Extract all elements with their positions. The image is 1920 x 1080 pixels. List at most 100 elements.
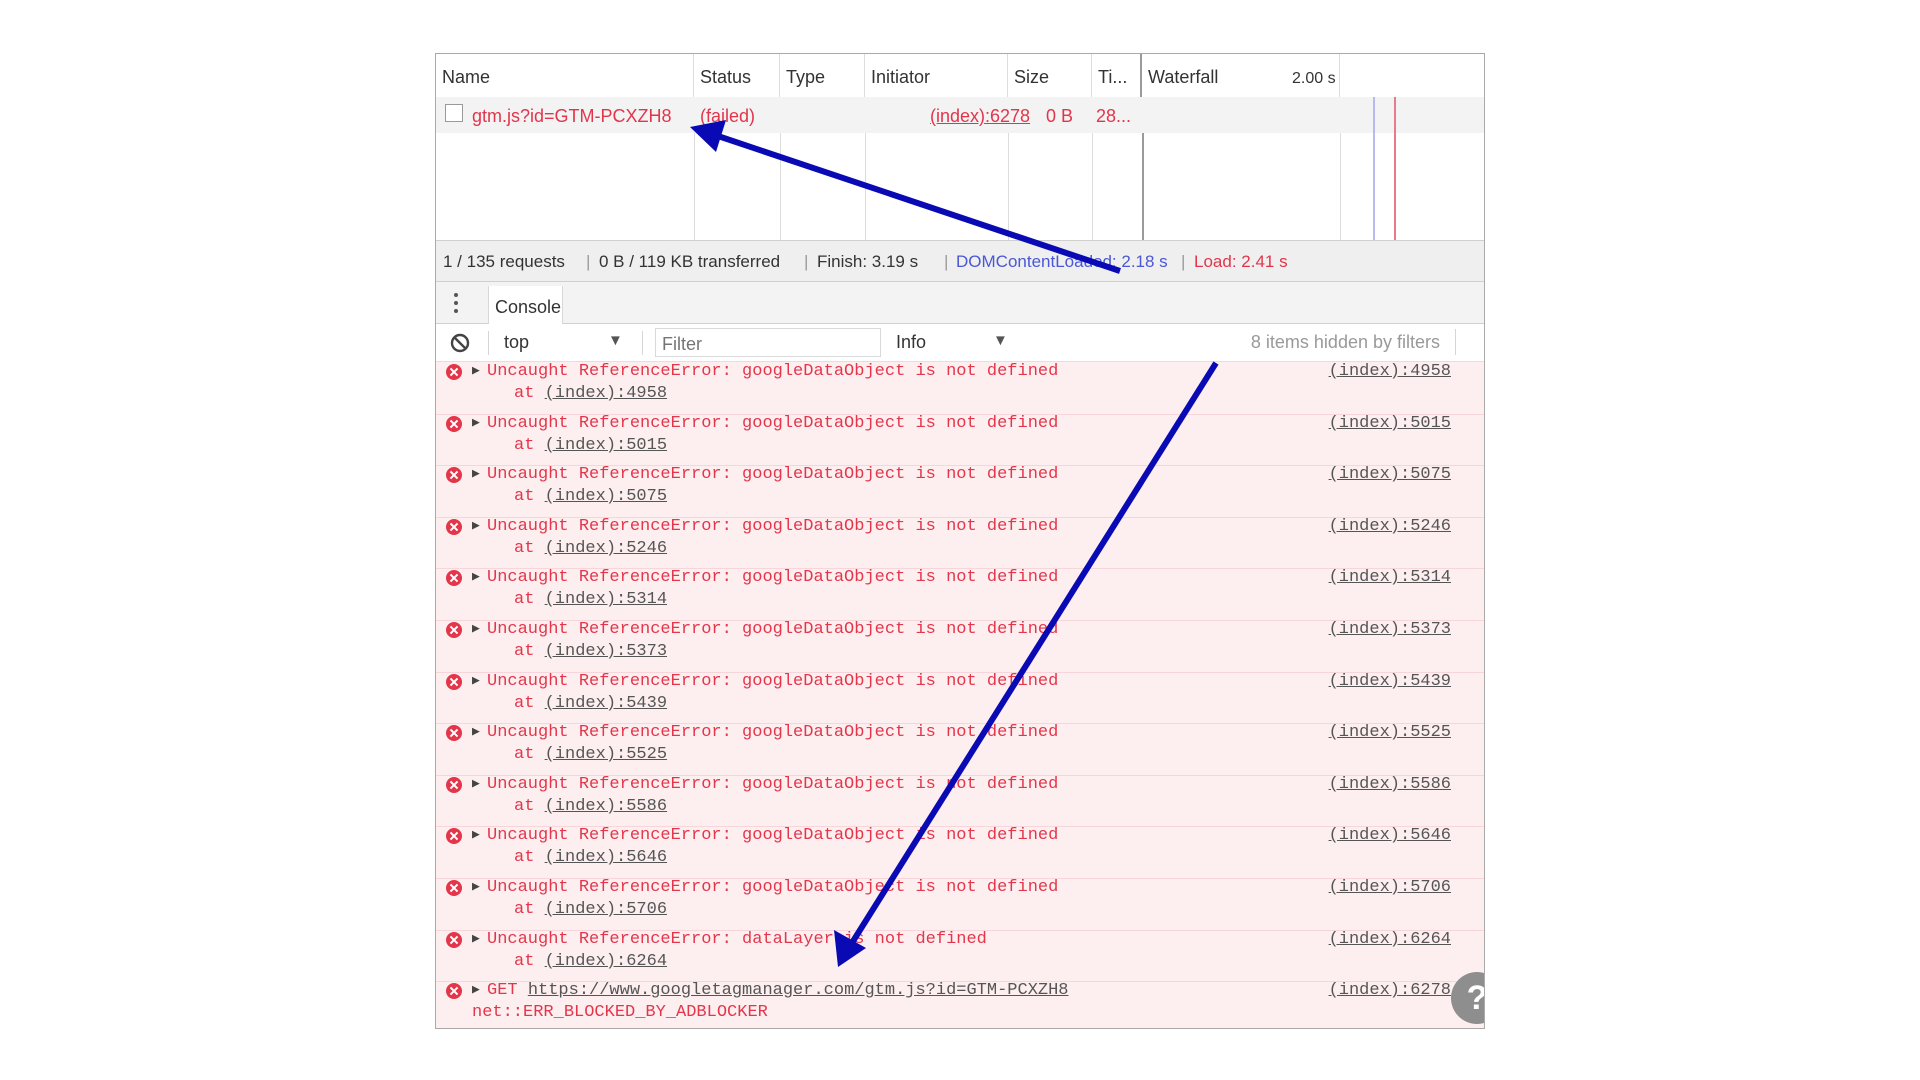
devtools-panel: Name Status Type Initiator Size Ti... Wa… [435,53,1485,1029]
source-link[interactable]: (index):5314 [1329,568,1451,587]
stack-frame-link[interactable]: (index):5646 [545,848,667,867]
expand-triangle-icon[interactable]: ▶ [472,673,480,688]
expand-triangle-icon[interactable]: ▶ [472,621,480,636]
console-message[interactable]: ▶ Uncaught ReferenceError: googleDataObje… [436,362,1484,415]
stack-frame-link[interactable]: (index):5525 [545,745,667,764]
source-link[interactable]: (index):5439 [1329,672,1451,691]
source-link[interactable]: (index):5373 [1329,620,1451,639]
stack-frame: at (index):5246 [514,538,668,558]
source-link[interactable]: (index):5075 [1329,465,1451,484]
col-initiator[interactable]: Initiator [865,54,1008,97]
source-link[interactable]: (index):6264 [1329,930,1451,949]
console-message-network-error[interactable]: ▶ GET https://www.googletagmanager.com/gt… [436,981,1484,1028]
error-icon [446,467,462,484]
error-icon [446,364,462,380]
console-message[interactable]: ▶ Uncaught ReferenceError: googleDataObje… [436,465,1484,518]
error-text: Uncaught ReferenceError: googleDataObjec… [487,826,1059,846]
clear-console-icon[interactable] [450,333,470,353]
expand-triangle-icon[interactable]: ▶ [472,569,480,584]
source-link[interactable]: (index):4958 [1329,362,1451,381]
console-message[interactable]: ▶ Uncaught ReferenceError: dataLayer is n… [436,930,1484,983]
stack-frame: at (index):5525 [514,745,668,765]
expand-triangle-icon[interactable]: ▶ [472,518,480,533]
waterfall-tick: 2.00 s [1292,70,1336,87]
stack-frame-link[interactable]: (index):5314 [545,590,667,609]
error-text: Uncaught ReferenceError: googleDataObjec… [487,413,1059,433]
error-text: Uncaught ReferenceError: googleDataObjec… [487,516,1059,536]
expand-triangle-icon[interactable]: ▶ [472,827,480,842]
console-message[interactable]: ▶ Uncaught ReferenceError: googleDataObje… [436,826,1484,879]
error-icon [446,828,462,845]
error-text: Uncaught ReferenceError: googleDataObjec… [487,362,1059,381]
stack-frame: at (index):5646 [514,848,668,868]
stack-frame-link[interactable]: (index):5075 [545,487,667,506]
row-checkbox[interactable] [445,104,463,122]
context-dropdown-icon[interactable]: ▼ [608,332,623,349]
source-link[interactable]: (index):5525 [1329,723,1451,742]
stack-frame-link[interactable]: (index):5015 [545,436,667,455]
col-status[interactable]: Status [694,54,780,97]
col-waterfall[interactable]: Waterfall 2.00 s [1142,54,1340,97]
finish-time: Finish: 3.19 s [817,252,919,271]
expand-triangle-icon[interactable]: ▶ [472,466,480,481]
error-icon [446,983,462,1000]
error-text: Uncaught ReferenceError: googleDataObjec… [487,878,1059,897]
console-message[interactable]: ▶ Uncaught ReferenceError: googleDataObje… [436,774,1484,828]
console-messages: ▶ Uncaught ReferenceError: googleDataObje… [436,362,1484,1028]
expand-triangle-icon[interactable]: ▶ [472,982,480,997]
expand-triangle-icon[interactable]: ▶ [472,776,480,791]
error-text: Uncaught ReferenceError: googleDataObjec… [487,465,1059,485]
error-icon [446,673,462,690]
network-request-row[interactable]: gtm.js?id=GTM-PCXZH8 (failed) (index):62… [436,97,1484,133]
expand-triangle-icon[interactable]: ▶ [472,931,480,946]
source-link[interactable]: (index):6278 [1329,981,1451,1000]
expand-triangle-icon[interactable]: ▶ [472,879,480,894]
dom-content-loaded-time: DOMContentLoaded: 2.18 s [956,252,1168,271]
expand-triangle-icon[interactable]: ▶ [472,415,480,430]
error-text: Uncaught ReferenceError: googleDataObjec… [487,774,1059,794]
stack-frame: at (index):5075 [514,487,668,507]
request-url-link[interactable]: https://www.googletagmanager.com/gtm.js?… [528,981,1069,1000]
col-type[interactable]: Type [780,54,865,97]
stack-frame: at (index):5373 [514,642,668,661]
request-name[interactable]: gtm.js?id=GTM-PCXZH8 [472,106,672,127]
stack-frame-link[interactable]: (index):5373 [545,642,667,661]
source-link[interactable]: (index):5246 [1329,517,1451,536]
console-message[interactable]: ▶ Uncaught ReferenceError: googleDataObje… [436,516,1484,570]
console-message[interactable]: ▶ Uncaught ReferenceError: googleDataObje… [436,672,1484,725]
col-size[interactable]: Size [1008,54,1092,97]
source-link[interactable]: (index):5646 [1329,826,1451,845]
stack-frame-link[interactable]: (index):5586 [545,797,667,816]
console-message[interactable]: ▶ Uncaught ReferenceError: googleDataObje… [436,568,1484,621]
request-initiator-link[interactable]: (index):6278 [930,106,1030,127]
dom-content-loaded-marker [1373,97,1375,240]
stack-frame-link[interactable]: (index):6264 [545,952,667,971]
hidden-items-note: 8 items hidden by filters [1250,332,1440,352]
error-icon [446,931,462,948]
source-link[interactable]: (index):5706 [1329,878,1451,897]
col-name[interactable]: Name [436,54,694,97]
tab-console[interactable]: Console [488,286,563,324]
expand-triangle-icon[interactable]: ▶ [472,724,480,739]
expand-triangle-icon[interactable]: ▶ [472,363,480,378]
log-level-selector[interactable]: Info [896,332,926,353]
col-time[interactable]: Ti... [1092,54,1142,97]
source-link[interactable]: (index):5015 [1329,414,1451,433]
more-menu-icon[interactable] [454,293,458,313]
stack-frame-link[interactable]: (index):5246 [545,539,667,558]
console-message[interactable]: ▶ Uncaught ReferenceError: googleDataObje… [436,413,1484,467]
request-method: GET [487,981,518,1001]
request-size: 0 B [1046,106,1074,126]
stack-frame-link[interactable]: (index):5439 [545,694,667,713]
source-link[interactable]: (index):5586 [1329,775,1451,794]
console-message[interactable]: ▶ Uncaught ReferenceError: googleDataObje… [436,878,1484,931]
stack-frame-link[interactable]: (index):5706 [545,900,667,919]
console-message[interactable]: ▶ Uncaught ReferenceError: googleDataObje… [436,723,1484,776]
filter-input[interactable] [655,328,881,357]
stack-frame-link[interactable]: (index):4958 [545,384,667,403]
context-selector[interactable]: top [504,332,529,353]
console-message[interactable]: ▶ Uncaught ReferenceError: googleDataObje… [436,620,1484,673]
network-body: gtm.js?id=GTM-PCXZH8 (failed) (index):62… [436,97,1484,240]
log-level-dropdown-icon[interactable]: ▼ [993,332,1008,349]
error-icon [446,725,462,742]
